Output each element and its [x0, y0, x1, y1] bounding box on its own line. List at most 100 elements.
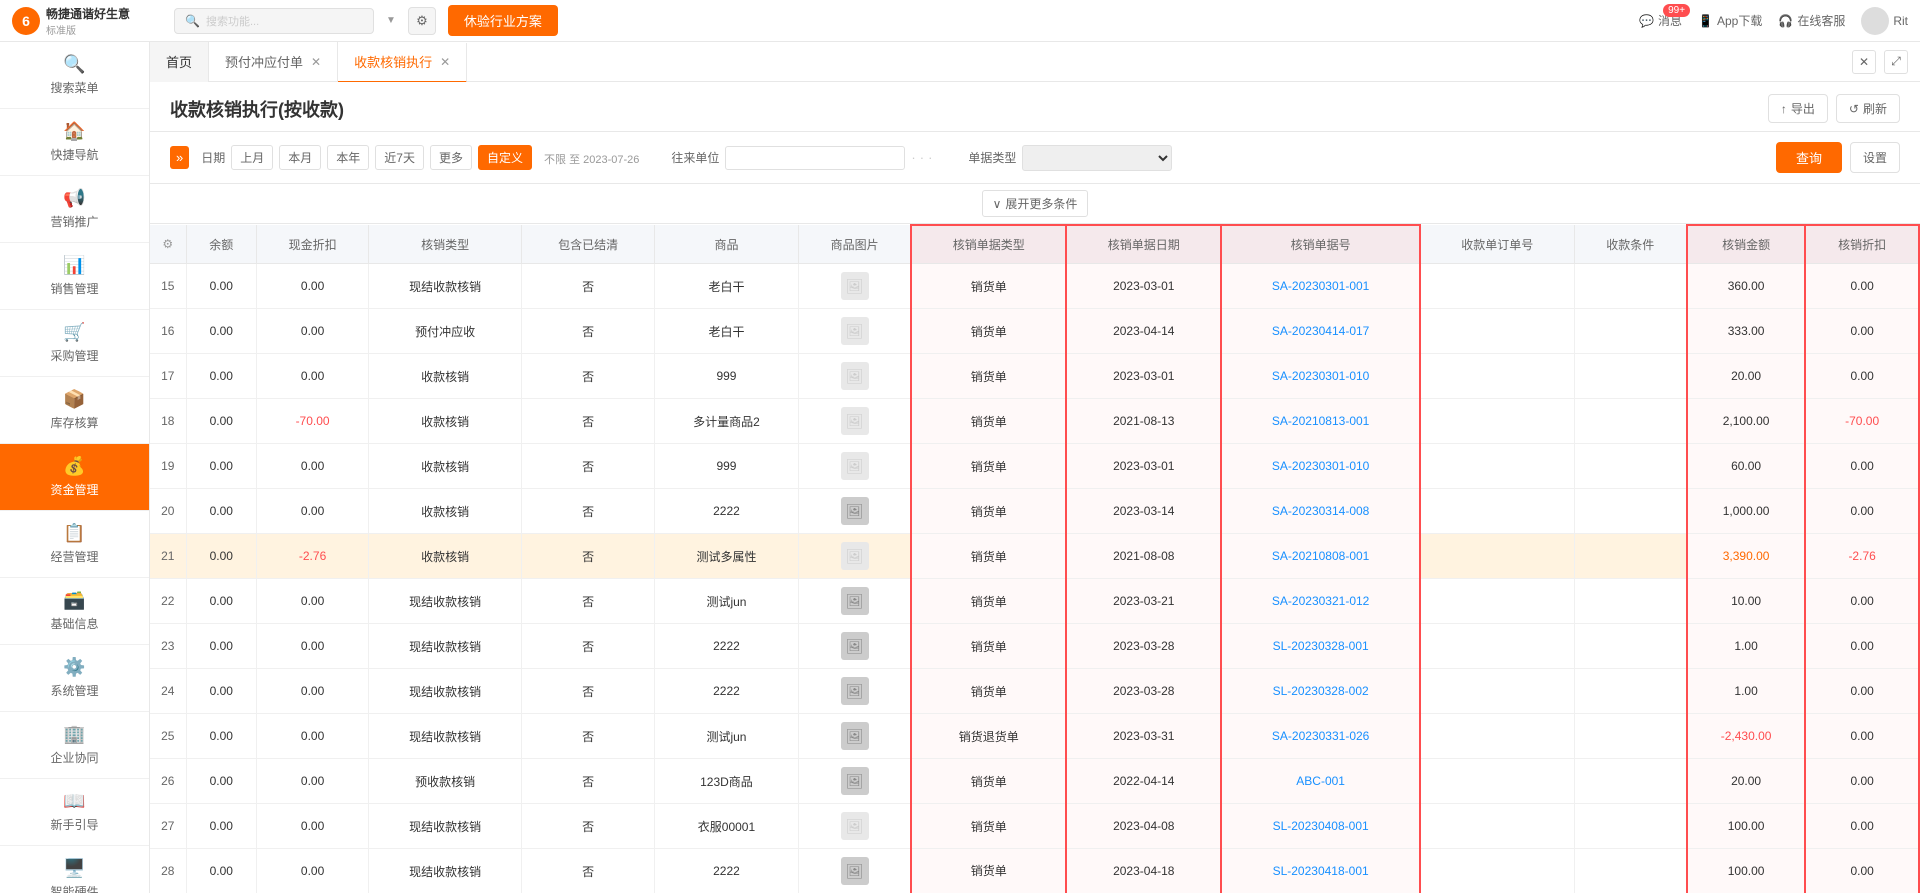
cell-goods-img: 🖼: [799, 804, 912, 849]
goods-image: 🖼: [841, 632, 869, 660]
voucher-no-link[interactable]: SA-20230301-001: [1272, 279, 1369, 293]
voucher-type-select[interactable]: [1022, 145, 1172, 171]
voucher-no-link[interactable]: SA-20230414-017: [1272, 324, 1369, 338]
cell-verify-amount: 100.00: [1687, 849, 1805, 893]
refresh-button[interactable]: ↺ 刷新: [1836, 94, 1900, 123]
counterpart-input[interactable]: [725, 146, 905, 170]
cell-verify-voucher-date: 2023-03-28: [1066, 624, 1221, 669]
cell-verify-type: 预付冲应收: [369, 309, 522, 354]
date-this-month-btn[interactable]: 本月: [279, 145, 321, 170]
voucher-no-link[interactable]: SA-20230301-010: [1272, 459, 1369, 473]
sidebar-item-purchase[interactable]: 🛒 采购管理: [0, 310, 149, 377]
beginner-icon: 📖: [63, 791, 85, 812]
sidebar-item-sales[interactable]: 📊 销售管理: [0, 243, 149, 310]
sidebar-item-smart-hw[interactable]: 🖥️ 智能硬件: [0, 846, 149, 893]
settings-gear-button[interactable]: ⚙: [408, 7, 436, 35]
cell-verify-type: 现结收款核销: [369, 264, 522, 309]
cell-goods: 2222: [654, 489, 798, 534]
expand-more-button[interactable]: ∨ 展开更多条件: [982, 190, 1089, 217]
industry-solution-button[interactable]: 休验行业方案: [448, 5, 558, 36]
top-search-box[interactable]: 🔍 搜索功能...: [174, 8, 374, 34]
inventory-icon: 📦: [63, 389, 85, 410]
goods-image: 🖼: [841, 812, 869, 840]
cell-verify-amount: 3,390.00: [1687, 534, 1805, 579]
cell-verify-voucher-type: 销货单: [911, 579, 1066, 624]
voucher-no-link[interactable]: SA-20210808-001: [1272, 549, 1369, 563]
table-row: 16 0.00 0.00 预付冲应收 否 老白干 🖼 销货单 2023-04-1…: [150, 309, 1919, 354]
table-container[interactable]: ⚙ 余额 现金折扣 核销类型 包含已结清 商品 商品图片 核销单据类型 核销单据…: [150, 224, 1920, 893]
cell-verify-voucher-date: 2023-03-21: [1066, 579, 1221, 624]
cell-verify-amount: 100.00: [1687, 804, 1805, 849]
tab-expand-button[interactable]: ⤢: [1884, 50, 1908, 74]
cell-collection-order-no: [1420, 399, 1574, 444]
tab-close-window-button[interactable]: ✕: [1852, 50, 1876, 74]
voucher-no-link[interactable]: SA-20230301-010: [1272, 369, 1369, 383]
cell-collection-condition: [1574, 804, 1687, 849]
cell-verify-voucher-date: 2023-04-08: [1066, 804, 1221, 849]
date-prev-month-btn[interactable]: 上月: [231, 145, 273, 170]
sidebar-item-enterprise[interactable]: 🏢 企业协同: [0, 712, 149, 779]
cell-verify-amount: -2,430.00: [1687, 714, 1805, 759]
sidebar-item-search-menu[interactable]: 🔍 搜索菜单: [0, 42, 149, 109]
cell-goods: 老白干: [654, 264, 798, 309]
sidebar-item-finance[interactable]: 💰 资金管理: [0, 444, 149, 511]
cell-cash-discount: 0.00: [257, 759, 369, 804]
date-more-btn[interactable]: 更多: [430, 145, 472, 170]
date-this-year-btn[interactable]: 本年: [327, 145, 369, 170]
cell-cash-discount: -2.76: [257, 534, 369, 579]
cell-seq: 19: [150, 444, 186, 489]
user-area[interactable]: Rit: [1861, 7, 1908, 35]
voucher-no-link[interactable]: SL-20230328-001: [1273, 639, 1369, 653]
cell-verify-voucher-type: 销货单: [911, 624, 1066, 669]
voucher-no-link[interactable]: SA-20230321-012: [1272, 594, 1369, 608]
message-button[interactable]: 💬 消息 99+: [1639, 12, 1682, 29]
cell-goods-img: 🖼: [799, 849, 912, 893]
tab-home[interactable]: 首页: [150, 42, 209, 82]
sidebar-item-marketing[interactable]: 📢 营销推广: [0, 176, 149, 243]
cell-cash-discount: -70.00: [257, 399, 369, 444]
cell-verify-voucher-date: 2023-03-01: [1066, 264, 1221, 309]
filter-settings-button[interactable]: 设置: [1850, 142, 1900, 173]
cell-verify-voucher-no: SA-20210808-001: [1221, 534, 1420, 579]
tab-prepay-close[interactable]: ✕: [311, 55, 321, 69]
tab-prepay[interactable]: 预付冲应付单 ✕: [209, 42, 338, 82]
search-dropdown-arrow[interactable]: ▼: [386, 15, 396, 26]
double-arrow-icon: »: [176, 150, 183, 165]
sidebar-item-inventory[interactable]: 📦 库存核算: [0, 377, 149, 444]
voucher-no-link[interactable]: ABC-001: [1296, 774, 1345, 788]
tab-collection-verify[interactable]: 收款核销执行 ✕: [338, 43, 467, 83]
dots-divider: ···: [911, 150, 936, 165]
date-custom-btn[interactable]: 自定义: [478, 145, 532, 170]
voucher-no-link[interactable]: SA-20230314-008: [1272, 504, 1369, 518]
export-button[interactable]: ↑ 导出: [1768, 94, 1828, 123]
voucher-no-link[interactable]: SL-20230328-002: [1273, 684, 1369, 698]
cell-balance: 0.00: [186, 804, 257, 849]
sidebar-item-system[interactable]: ⚙️ 系统管理: [0, 645, 149, 712]
cell-verify-amount: 1.00: [1687, 669, 1805, 714]
app-download-button[interactable]: 📱 App下载: [1698, 12, 1762, 29]
online-service-button[interactable]: 🎧 在线客服: [1778, 12, 1845, 29]
sidebar-item-basic-info[interactable]: 🗃️ 基础信息: [0, 578, 149, 645]
cell-collection-order-no: [1420, 624, 1574, 669]
th-settings[interactable]: ⚙: [150, 225, 186, 264]
date-7days-btn[interactable]: 近7天: [375, 145, 424, 170]
voucher-no-link[interactable]: SL-20230408-001: [1273, 819, 1369, 833]
voucher-no-link[interactable]: SA-20230331-026: [1272, 729, 1369, 743]
sidebar-item-operations[interactable]: 📋 经营管理: [0, 511, 149, 578]
cell-verify-amount: 20.00: [1687, 354, 1805, 399]
sidebar-item-quick-nav[interactable]: 🏠 快捷导航: [0, 109, 149, 176]
cell-balance: 0.00: [186, 579, 257, 624]
table-row: 17 0.00 0.00 收款核销 否 999 🖼 销货单 2023-03-01…: [150, 354, 1919, 399]
voucher-no-link[interactable]: SA-20210813-001: [1272, 414, 1369, 428]
cell-cash-discount: 0.00: [257, 354, 369, 399]
cell-verify-discount: 0.00: [1805, 444, 1919, 489]
sidebar-item-beginner[interactable]: 📖 新手引导: [0, 779, 149, 846]
table-row: 21 0.00 -2.76 收款核销 否 测试多属性 🖼 销货单 2021-08…: [150, 534, 1919, 579]
logo-text: 畅捷通谐好生意 标准版: [46, 5, 130, 37]
tab-collection-verify-close[interactable]: ✕: [440, 55, 450, 69]
filter-expand-arrow[interactable]: »: [170, 146, 189, 169]
cell-include-settled: 否: [522, 849, 655, 893]
cell-balance: 0.00: [186, 849, 257, 893]
query-button[interactable]: 查询: [1776, 142, 1842, 173]
voucher-no-link[interactable]: SL-20230418-001: [1273, 864, 1369, 878]
